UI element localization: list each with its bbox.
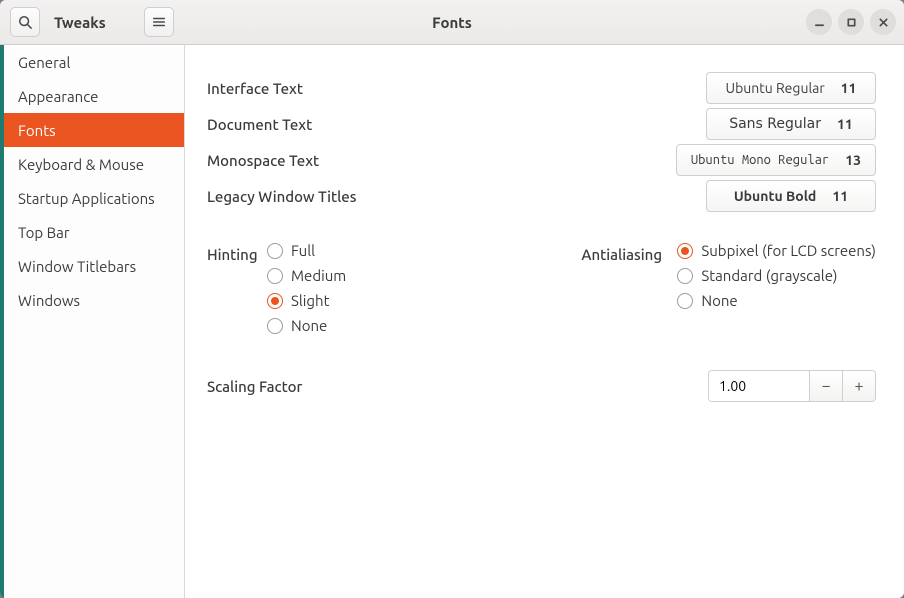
window-maximize-button[interactable] [838, 9, 864, 35]
radio-label: Subpixel (for LCD screens) [701, 242, 876, 259]
antialiasing-radio-standard[interactable]: Standard (grayscale) [677, 267, 876, 284]
radio-indicator-icon [267, 318, 283, 334]
sidebar-item-label: General [18, 54, 70, 71]
radio-indicator-icon [677, 293, 693, 309]
document-font-button[interactable]: Sans Regular 11 [706, 108, 876, 140]
sidebar-item-label: Fonts [18, 122, 56, 139]
sidebar-item-label: Keyboard & Mouse [18, 156, 144, 173]
label-interface-text: Interface Text [207, 80, 407, 97]
plus-icon: + [854, 377, 863, 395]
label-legacy-window-titles: Legacy Window Titles [207, 188, 407, 205]
scaling-factor-decrement[interactable]: − [809, 371, 842, 401]
scaling-factor-input[interactable] [709, 371, 809, 401]
font-name: Sans Regular [729, 116, 821, 132]
sidebar-item-label: Top Bar [18, 224, 70, 241]
sidebar: General Appearance Fonts Keyboard & Mous… [4, 45, 185, 598]
sidebar-item-startup-applications[interactable]: Startup Applications [4, 181, 184, 215]
sidebar-item-top-bar[interactable]: Top Bar [4, 215, 184, 249]
sidebar-item-label: Windows [18, 292, 80, 309]
radio-label: Medium [291, 267, 346, 284]
radio-label: Standard (grayscale) [701, 267, 837, 284]
font-size: 13 [845, 152, 861, 168]
label-scaling-factor: Scaling Factor [207, 378, 302, 395]
label-document-text: Document Text [207, 116, 407, 133]
sidebar-item-windows[interactable]: Windows [4, 283, 184, 317]
interface-font-button[interactable]: Ubuntu Regular 11 [706, 72, 876, 104]
close-icon [878, 17, 889, 28]
window-minimize-button[interactable] [806, 9, 832, 35]
sidebar-item-keyboard-mouse[interactable]: Keyboard & Mouse [4, 147, 184, 181]
tweaks-window: Tweaks Fonts General Appearance Fonts Ke… [0, 0, 904, 598]
sidebar-item-general[interactable]: General [4, 45, 184, 79]
antialiasing-radio-none[interactable]: None [677, 292, 876, 309]
font-size: 11 [841, 80, 857, 96]
app-name: Tweaks [54, 14, 106, 31]
hinting-radio-group: Full Medium Slight None [267, 242, 346, 334]
radio-label: Slight [291, 292, 330, 309]
radio-label: None [701, 292, 737, 309]
maximize-icon [846, 17, 857, 28]
monospace-font-button[interactable]: Ubuntu Mono Regular 13 [676, 144, 876, 176]
page-title: Fonts [432, 14, 472, 31]
sidebar-item-window-titlebars[interactable]: Window Titlebars [4, 249, 184, 283]
window-close-button[interactable] [870, 9, 896, 35]
radio-indicator-icon [267, 268, 283, 284]
hinting-radio-full[interactable]: Full [267, 242, 346, 259]
headerbar: Tweaks Fonts [0, 0, 904, 45]
hamburger-icon [152, 15, 166, 29]
sidebar-item-fonts[interactable]: Fonts [4, 113, 184, 147]
font-size: 11 [832, 188, 848, 204]
hinting-radio-none[interactable]: None [267, 317, 346, 334]
radio-label: Full [291, 242, 315, 259]
legacy-title-font-button[interactable]: Ubuntu Bold 11 [706, 180, 876, 212]
font-name: Ubuntu Bold [734, 188, 816, 204]
sidebar-item-label: Window Titlebars [18, 258, 136, 275]
scaling-factor-spinner: − + [708, 370, 876, 402]
font-name: Ubuntu Regular [726, 80, 825, 96]
minimize-icon [814, 17, 825, 28]
scaling-factor-increment[interactable]: + [842, 371, 875, 401]
sidebar-item-label: Startup Applications [18, 190, 155, 207]
antialiasing-radio-subpixel[interactable]: Subpixel (for LCD screens) [677, 242, 876, 259]
font-size: 11 [837, 116, 853, 132]
hinting-radio-slight[interactable]: Slight [267, 292, 346, 309]
hinting-radio-medium[interactable]: Medium [267, 267, 346, 284]
sidebar-item-appearance[interactable]: Appearance [4, 79, 184, 113]
hamburger-menu-button[interactable] [144, 7, 174, 37]
minus-icon: − [821, 377, 830, 395]
radio-indicator-icon [677, 268, 693, 284]
radio-label: None [291, 317, 327, 334]
label-antialiasing: Antialiasing [581, 242, 677, 334]
sidebar-item-label: Appearance [18, 88, 98, 105]
antialiasing-radio-group: Subpixel (for LCD screens) Standard (gra… [677, 242, 876, 334]
font-name: Ubuntu Mono Regular [691, 153, 829, 167]
radio-indicator-icon [267, 293, 283, 309]
search-icon [18, 15, 32, 29]
radio-indicator-icon [267, 243, 283, 259]
search-button[interactable] [10, 7, 40, 37]
label-monospace-text: Monospace Text [207, 152, 407, 169]
radio-indicator-icon [677, 243, 693, 259]
content-pane: Interface Text Ubuntu Regular 11 Documen… [185, 45, 904, 598]
label-hinting: Hinting [207, 242, 267, 334]
